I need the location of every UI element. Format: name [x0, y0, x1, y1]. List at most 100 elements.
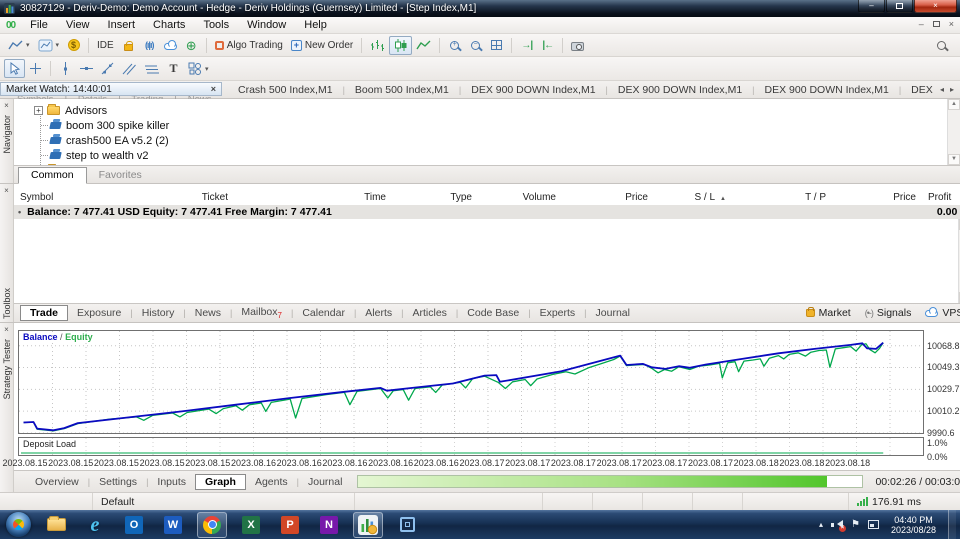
toolbox-tab-exposure[interactable]: Exposure — [68, 306, 130, 320]
toolbox-tab-experts[interactable]: Experts — [531, 306, 585, 320]
column-header-s-l[interactable]: S / L ▲ — [654, 192, 732, 203]
zoom-out-button[interactable]: − — [465, 36, 486, 55]
bar-chart-button[interactable] — [366, 36, 389, 55]
broadcast-button[interactable]: (ı|ı) — [139, 36, 160, 55]
taskbar-onenote-button[interactable]: N — [314, 512, 344, 538]
tray-expand-icon[interactable]: ▴ — [819, 520, 823, 529]
line-chart-button[interactable] — [412, 36, 435, 55]
algo-trading-button[interactable]: Algo Trading — [211, 36, 287, 55]
timeframes-dropdown[interactable]: ▾ — [34, 36, 64, 55]
toolbox-tab-mailbox[interactable]: Mailbox7 — [232, 305, 291, 321]
connection-status[interactable]: 176.91 ms — [848, 493, 960, 510]
taskbar-mt5-button[interactable] — [353, 511, 383, 538]
close-button[interactable]: × — [914, 0, 957, 13]
channel-tool-button[interactable] — [118, 59, 140, 78]
chart-tab[interactable]: DEX 900 DOWN Index,M1 — [461, 84, 605, 96]
column-header-t-p[interactable]: T / P — [732, 192, 832, 203]
balance-row[interactable]: • Balance: 7 477.41 USD Equity: 7 477.41… — [14, 205, 960, 219]
toolbox-tab-history[interactable]: History — [133, 306, 184, 320]
cursor-tool-button[interactable] — [4, 59, 25, 78]
column-header-symbol[interactable]: Symbol — [14, 192, 122, 203]
start-button[interactable] — [6, 512, 31, 537]
candlestick-chart-button[interactable] — [389, 35, 413, 55]
crosshair-tool-button[interactable] — [25, 59, 46, 78]
strategy-tester-close-icon[interactable]: × — [4, 325, 9, 334]
network-icon[interactable] — [867, 520, 879, 529]
screenshot-button[interactable] — [567, 36, 588, 55]
chart-tab[interactable]: DEX 900 DOWN Index,M1 — [608, 84, 752, 96]
toolbox-tab-journal[interactable]: Journal — [587, 306, 639, 320]
column-header-type[interactable]: Type — [392, 192, 478, 203]
tester-tab-settings[interactable]: Settings — [90, 475, 146, 489]
text-tool-button[interactable]: T — [163, 59, 184, 78]
navigator-scrollbar[interactable]: ▲ ▼ — [947, 99, 960, 165]
volume-muted-icon[interactable]: × — [830, 519, 846, 532]
market-watch-header[interactable]: Market Watch: 14:40:01 × — [0, 82, 222, 96]
menu-tools[interactable]: Tools — [194, 18, 238, 32]
taskbar-devices-button[interactable] — [392, 512, 422, 538]
menu-help[interactable]: Help — [295, 18, 336, 32]
tester-tab-graph[interactable]: Graph — [195, 473, 246, 490]
tree-item-crash500-ea-v5-2-2-[interactable]: crash500 EA v5.2 (2) — [14, 133, 960, 148]
taskbar-clock[interactable]: 04:40 PM 2023/08/28 — [891, 515, 936, 535]
column-header-volume[interactable]: Volume — [478, 192, 562, 203]
expand-icon[interactable]: + — [34, 106, 43, 115]
tree-item-scripts[interactable]: +Scripts — [14, 163, 960, 165]
taskbar-word-button[interactable]: W — [158, 512, 188, 538]
maximize-button[interactable] — [886, 0, 913, 13]
child-restore-button[interactable] — [932, 21, 940, 27]
navigator-close-icon[interactable]: × — [4, 101, 9, 110]
chart-shift-button[interactable]: |← — [537, 36, 558, 55]
menu-charts[interactable]: Charts — [144, 18, 194, 32]
scroll-down-icon[interactable]: ▼ — [948, 154, 960, 165]
menu-view[interactable]: View — [57, 18, 99, 32]
menu-insert[interactable]: Insert — [99, 18, 145, 32]
taskbar-powerpoint-button[interactable]: P — [275, 512, 305, 538]
column-header-profit[interactable]: Profit — [922, 192, 957, 203]
toolbox-tab-alerts[interactable]: Alerts — [356, 306, 401, 320]
taskbar-chrome-button[interactable] — [197, 511, 227, 538]
tile-windows-button[interactable] — [486, 36, 507, 55]
menu-file[interactable]: File — [21, 18, 57, 32]
vertical-line-tool-button[interactable] — [55, 59, 76, 78]
column-header-price[interactable]: Price — [562, 192, 654, 203]
toolbox-tab-trade[interactable]: Trade — [20, 305, 69, 321]
column-header-time[interactable]: Time — [234, 192, 392, 203]
symbols-button[interactable]: $ — [63, 36, 84, 55]
toolbox-tab-news[interactable]: News — [186, 306, 230, 320]
signals-link[interactable]: (•-) Signals — [865, 307, 912, 319]
balance-equity-plot[interactable]: Balance / Equity — [18, 330, 924, 434]
scroll-up-icon[interactable]: ▲ — [948, 99, 960, 110]
tree-item-advisors[interactable]: + Advisors — [14, 103, 960, 118]
status-cell-default[interactable]: Default — [93, 493, 355, 510]
child-minimize-button[interactable]: – — [919, 19, 924, 29]
new-order-button[interactable]: + New Order — [287, 36, 357, 55]
child-close-button[interactable]: × — [949, 19, 954, 29]
menu-window[interactable]: Window — [238, 18, 295, 32]
taskbar-ie-button[interactable]: e — [80, 512, 110, 538]
navigator-tab-common[interactable]: Common — [18, 167, 87, 184]
show-desktop-button[interactable] — [948, 510, 956, 539]
action-center-flag-icon[interactable]: ⚑ — [851, 519, 860, 530]
scroll-tabs-right-button[interactable]: ▸ — [950, 85, 954, 94]
deposit-load-plot[interactable]: Deposit Load — [18, 437, 924, 456]
chart-tab[interactable]: DEX 900 DOWN Index,M1 — [901, 84, 934, 96]
market-watch-close-icon[interactable]: × — [211, 84, 216, 94]
cloud-button[interactable] — [160, 36, 181, 55]
tree-item-boom-300-spike-killer[interactable]: boom 300 spike killer — [14, 118, 960, 133]
chart-tab[interactable]: Crash 500 Index,M1 — [228, 84, 343, 96]
toolbox-close-icon[interactable]: × — [4, 186, 9, 195]
taskbar-outlook-button[interactable]: O — [119, 512, 149, 538]
search-button[interactable] — [931, 36, 952, 55]
market-link[interactable]: Market — [805, 307, 851, 319]
column-header-price[interactable]: Price — [832, 192, 922, 203]
toolbox-tab-articles[interactable]: Articles — [403, 306, 455, 320]
chart-type-dropdown[interactable]: ▾ — [4, 36, 34, 55]
taskbar-explorer-button[interactable] — [41, 512, 71, 538]
tester-tab-inputs[interactable]: Inputs — [148, 475, 195, 489]
toolbox-tab-code-base[interactable]: Code Base — [458, 306, 528, 320]
zoom-in-button[interactable]: + — [444, 36, 465, 55]
metaeditor-ide-button[interactable]: IDE — [93, 36, 118, 55]
lock-button[interactable] — [118, 36, 139, 55]
fibonacci-tool-button[interactable] — [140, 59, 163, 78]
